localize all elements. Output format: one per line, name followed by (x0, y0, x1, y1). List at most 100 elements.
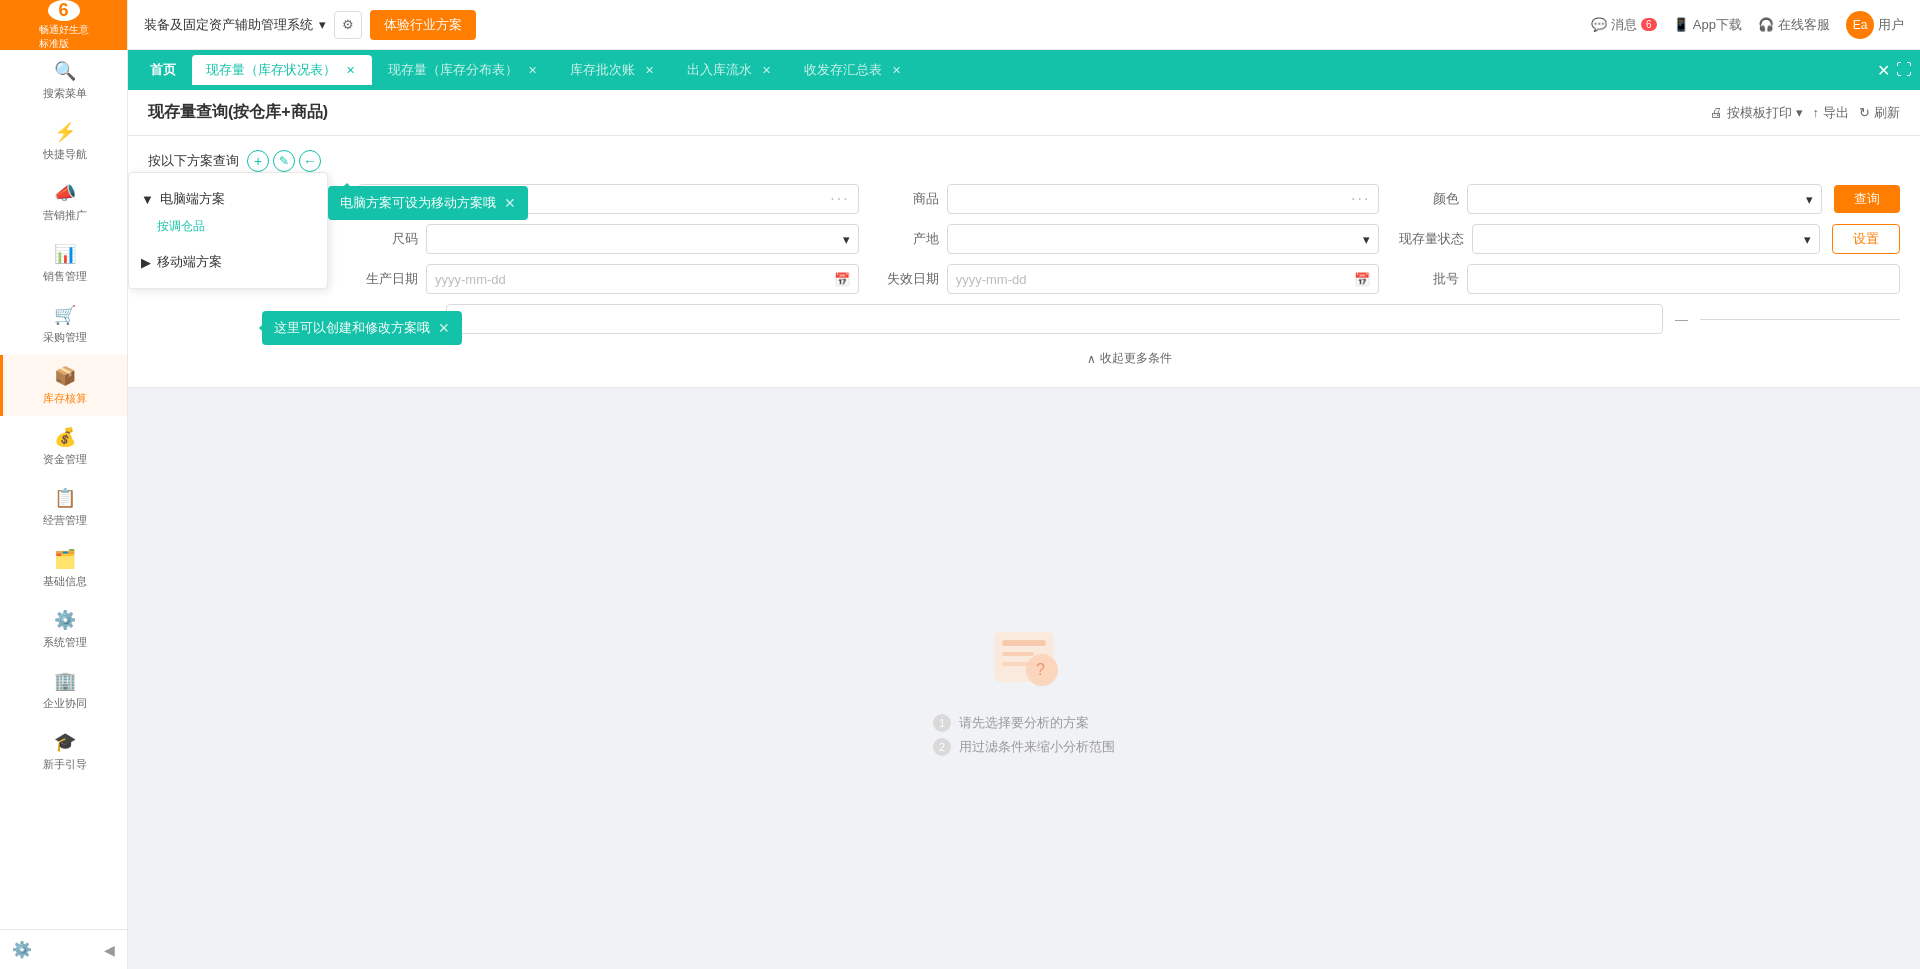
collapse-sidebar-icon[interactable]: ◀ (104, 942, 115, 958)
export-btn[interactable]: ↑ 导出 (1813, 104, 1850, 122)
sidebar-item-system[interactable]: ⚙️ 系统管理 (0, 599, 127, 660)
svg-rect-2 (1002, 652, 1034, 656)
sidebar-item-marketing[interactable]: 📣 营销推广 (0, 172, 127, 233)
nav-label-marketing: 营销推广 (43, 208, 87, 223)
tab-close-collect-summary[interactable]: ✕ (888, 62, 904, 78)
query-btn[interactable]: 查询 (1834, 185, 1900, 213)
sidebar-item-inventory[interactable]: 📦 库存核算 (0, 355, 127, 416)
collapse-icon: ∧ (1087, 352, 1096, 366)
sidebar-item-enterprise[interactable]: 🏢 企业协同 (0, 660, 127, 721)
reset-btns: 设置 (1832, 224, 1900, 254)
tab-close-inventory-dist[interactable]: ✕ (524, 62, 540, 78)
scheme-edit-btn[interactable]: ✎ (273, 150, 295, 172)
tab-label-collect-summary: 收发存汇总表 (804, 61, 882, 79)
filter-row-4: 现存量（主） — (358, 304, 1900, 334)
tab-in-out-flow[interactable]: 出入库流水✕ (673, 55, 788, 85)
expire-date-input[interactable]: yyyy-mm-dd 📅 (947, 264, 1380, 294)
tooltip-pc-scheme: 电脑方案可设为移动方案哦 ✕ (328, 186, 528, 220)
page-header: 现存量查询(按仓库+商品) 🖨 按模板打印 ▾ ↑ 导出 ↻ 刷新 (128, 90, 1920, 136)
app-download-btn[interactable]: 📱 App下载 (1673, 16, 1742, 34)
tab-inventory-status[interactable]: 现存量（库存状况表）✕ (192, 55, 372, 85)
scheme-back-btn[interactable]: ← (299, 150, 321, 172)
logo-brand: 畅通好生意 标准版 (39, 23, 89, 51)
tab-home[interactable]: 首页 (136, 55, 190, 85)
nav-label-guide: 新手引导 (43, 757, 87, 772)
pc-scheme-section: ▼ 电脑端方案 按调仓品 (129, 181, 327, 244)
tab-batch-account[interactable]: 库存批次账✕ (556, 55, 671, 85)
refresh-btn[interactable]: ↻ 刷新 (1859, 104, 1900, 122)
close-all-tabs-icon[interactable]: ✕ (1877, 61, 1890, 80)
tab-close-in-out-flow[interactable]: ✕ (758, 62, 774, 78)
expire-date-calendar-icon[interactable]: 📅 (1354, 272, 1370, 287)
nav-icon-system: ⚙️ (54, 609, 76, 631)
fullscreen-icon[interactable]: ⛶ (1896, 61, 1912, 79)
inv-qty-from[interactable] (446, 304, 1663, 334)
hint-2-text: 用过滤条件来缩小分析范围 (959, 738, 1115, 756)
sidebar-item-sales[interactable]: 📊 销售管理 (0, 233, 127, 294)
empty-state: ? 1 请先选择要分析的方案 2 用过滤条件来缩小分析范围 (128, 388, 1920, 969)
empty-hint-1: 1 请先选择要分析的方案 (933, 714, 1115, 732)
scheme-item-adjust[interactable]: 按调仓品 (129, 213, 327, 240)
sidebar-item-search-menu[interactable]: 🔍 搜索菜单 (0, 50, 127, 111)
mobile-scheme-group[interactable]: ▶ 移动端方案 (129, 248, 327, 276)
prod-date-placeholder: yyyy-mm-dd (435, 272, 506, 287)
filter-label: 按以下方案查询 (148, 152, 239, 170)
content-area: 现存量查询(按仓库+商品) 🖨 按模板打印 ▾ ↑ 导出 ↻ 刷新 (128, 90, 1920, 969)
nav-icon-marketing: 📣 (54, 182, 76, 204)
sidebar-item-quick-nav[interactable]: ⚡ 快捷导航 (0, 111, 127, 172)
sidebar-item-operations[interactable]: 📋 经营管理 (0, 477, 127, 538)
sidebar-item-purchase[interactable]: 🛒 采购管理 (0, 294, 127, 355)
pc-scheme-group[interactable]: ▼ 电脑端方案 (129, 185, 327, 213)
prod-date-input[interactable]: yyyy-mm-dd 📅 (426, 264, 859, 294)
nav-label-purchase: 采购管理 (43, 330, 87, 345)
product-select[interactable]: ··· (947, 184, 1380, 214)
nav-label-search-menu: 搜索菜单 (43, 86, 87, 101)
size-label: 尺码 (358, 230, 418, 248)
filter-icons: + ✎ ← (247, 150, 321, 172)
tab-inventory-dist[interactable]: 现存量（库存分布表） ✕ (374, 55, 554, 85)
tab-bar-actions: ✕ ⛶ (1877, 61, 1912, 80)
scheme-panel: ▼ 电脑端方案 按调仓品 ▶ 移动端方案 (128, 172, 328, 289)
nav-icon-search-menu: 🔍 (54, 60, 76, 82)
filter-header: 按以下方案查询 + ✎ ← (148, 150, 1900, 172)
nav-label-basic-info: 基础信息 (43, 574, 87, 589)
nav-label-sales: 销售管理 (43, 269, 87, 284)
filter-row-1: ··· 商品 ··· 颜色 ▾ (358, 184, 1900, 214)
nav-icon-purchase: 🛒 (54, 304, 76, 326)
industry-btn[interactable]: 体验行业方案 (370, 10, 476, 40)
sidebar-item-guide[interactable]: 🎓 新手引导 (0, 721, 127, 782)
settings-icon[interactable]: ⚙️ (12, 940, 32, 959)
settings-btn[interactable]: ⚙ (334, 11, 362, 39)
tab-collect-summary[interactable]: 收发存汇总表 ✕ (790, 55, 918, 85)
inv-status-select[interactable]: ▾ (1472, 224, 1820, 254)
sidebar-item-basic-info[interactable]: 🗂️ 基础信息 (0, 538, 127, 599)
color-select[interactable]: ▾ (1467, 184, 1822, 214)
phone-icon: 📱 (1673, 17, 1689, 32)
scheme-add-btn[interactable]: + (247, 150, 269, 172)
filter-color: 颜色 ▾ 查询 (1399, 184, 1900, 214)
color-dropdown-icon: ▾ (1806, 192, 1813, 207)
system-selector[interactable]: 装备及固定资产辅助管理系统 ▾ (144, 16, 326, 34)
product-dots[interactable]: ··· (1351, 190, 1370, 208)
tab-close-batch-account[interactable]: ✕ (641, 62, 657, 78)
tooltip1-close[interactable]: ✕ (504, 195, 516, 211)
tab-label-inventory-dist: 现存量（库存分布表） (388, 61, 518, 79)
origin-select[interactable]: ▾ (947, 224, 1380, 254)
size-select[interactable]: ▾ (426, 224, 859, 254)
sidebar-item-finance[interactable]: 💰 资金管理 (0, 416, 127, 477)
support-btn[interactable]: 🎧 在线客服 (1758, 16, 1830, 34)
messages-btn[interactable]: 💬 消息 6 (1591, 16, 1657, 34)
reset-btn[interactable]: 设置 (1832, 224, 1900, 254)
tooltip2-close[interactable]: ✕ (438, 320, 450, 336)
user-btn[interactable]: Ea 用户 (1846, 11, 1904, 39)
batch-input[interactable] (1467, 264, 1900, 294)
print-dropdown-icon: ▾ (1796, 105, 1803, 120)
print-icon: 🖨 (1710, 105, 1723, 120)
print-btn[interactable]: 🖨 按模板打印 ▾ (1710, 104, 1803, 122)
warehouse-dots[interactable]: ··· (830, 190, 849, 208)
prod-date-calendar-icon[interactable]: 📅 (834, 272, 850, 287)
product-label: 商品 (879, 190, 939, 208)
empty-hint-2: 2 用过滤条件来缩小分析范围 (933, 738, 1115, 756)
collapse-more-btn[interactable]: ∧ 收起更多条件 (358, 344, 1900, 373)
tab-close-inventory-status[interactable]: ✕ (342, 62, 358, 78)
